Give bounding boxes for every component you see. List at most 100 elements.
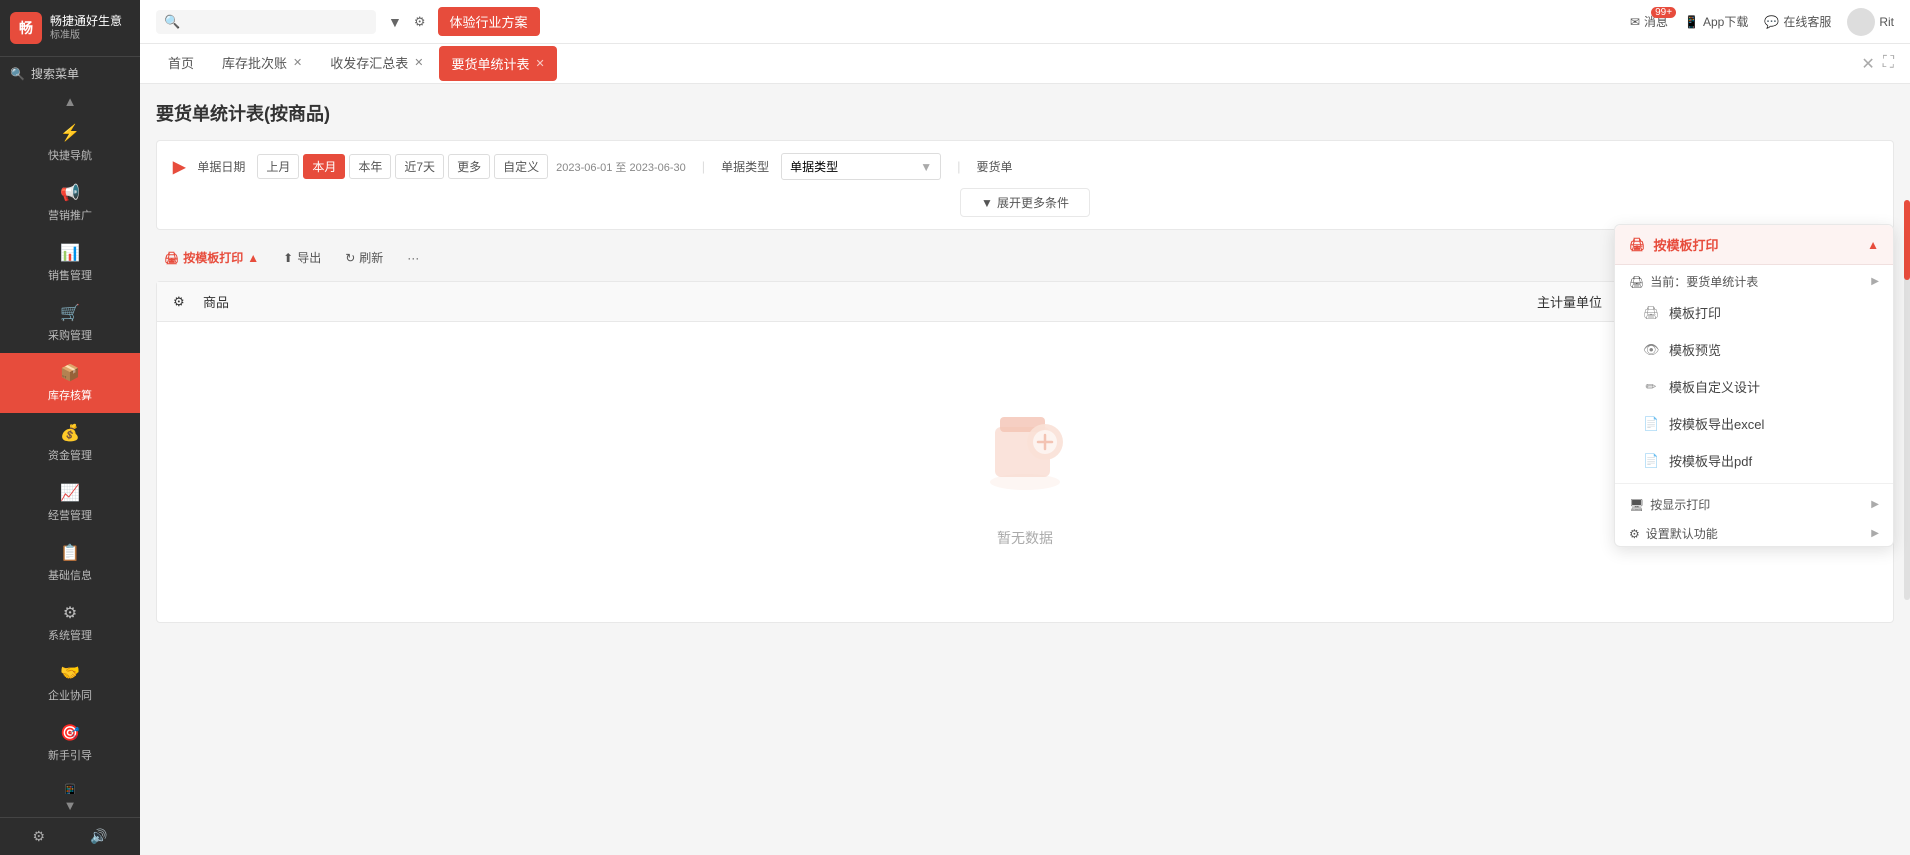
dropdown-current-section: 🖨 当前：要货单统计表 ▶ — [1615, 265, 1893, 294]
refresh-icon: ↻ — [345, 251, 355, 265]
top-header: 🔍 ▼ ⚙ 体验行业方案 ✉ 消息 99+ 📱 App下载 💬 在线客服 Rit — [140, 0, 1910, 44]
sidebar-item-enterprise[interactable]: 🤝 企业协同 — [0, 653, 140, 713]
dropdown-item-export-pdf[interactable]: 📄 按模板导出pdf — [1615, 442, 1893, 479]
filter-expand-btn[interactable]: ▶ — [173, 157, 185, 177]
tab-close-collection-summary[interactable]: ✕ — [414, 56, 423, 69]
sidebar-item-purchase[interactable]: 🛒 采购管理 — [0, 293, 140, 353]
empty-illustration — [975, 397, 1075, 516]
dropdown-divider — [1615, 483, 1893, 484]
tab-inventory-batch[interactable]: 库存批次账 ✕ — [210, 45, 314, 82]
date-btn-last-7[interactable]: 近7天 — [395, 154, 444, 179]
sidebar-item-operations[interactable]: 📈 经营管理 — [0, 473, 140, 533]
service-icon: 💬 — [1764, 15, 1779, 29]
sales-icon: 📊 — [60, 243, 80, 263]
sidebar-item-sales[interactable]: 📊 销售管理 — [0, 233, 140, 293]
dropdown-display-print-section[interactable]: 🖥 按显示打印 ▶ — [1615, 488, 1893, 517]
search-icon: 🔍 — [164, 14, 180, 30]
tab-close-inventory-batch[interactable]: ✕ — [293, 56, 302, 69]
sidebar-item-quick-nav[interactable]: ⚡ 快捷导航 — [0, 113, 140, 173]
date-btn-last-month[interactable]: 上月 — [257, 154, 299, 179]
date-label: 单据日期 — [197, 158, 245, 175]
tab-close-order-summary[interactable]: ✕ — [536, 57, 545, 70]
date-btn-this-year[interactable]: 本年 — [349, 154, 391, 179]
sidebar-item-inventory[interactable]: 📦 库存核算 — [0, 353, 140, 413]
dropdown-item-template-design[interactable]: ✏ 模板自定义设计 — [1615, 368, 1893, 405]
current-arrow-icon: ▶ — [1871, 276, 1879, 287]
sidebar-scroll-down[interactable]: ▼ — [0, 794, 140, 817]
expand-more-icon: ▼ — [981, 196, 993, 210]
inventory-icon: 📦 — [60, 363, 80, 383]
tab-home[interactable]: 首页 — [156, 45, 206, 82]
date-range: 2023-06-01 至 2023-06-30 — [556, 159, 686, 175]
tab-order-summary[interactable]: 要货单统计表 ✕ — [439, 46, 556, 81]
header-nav-dropdown[interactable]: ▼ — [388, 14, 402, 30]
download-icon: 📱 — [1684, 15, 1699, 29]
order-category-label: 要货单 — [977, 158, 1013, 175]
dropdown-chevron-icon[interactable]: ▲ — [1867, 238, 1879, 252]
sidebar-item-app[interactable]: 📱 应用中心 — [0, 773, 140, 794]
message-icon-item[interactable]: ✉ 消息 99+ — [1630, 13, 1668, 30]
order-type-select[interactable]: 单据类型 ▼ — [781, 153, 941, 180]
dropdown-set-default-section[interactable]: ⚙ 设置默认功能 ▶ — [1615, 517, 1893, 546]
print-chevron-up-icon: ▲ — [247, 251, 259, 265]
enterprise-icon: 🤝 — [60, 663, 80, 683]
export-btn[interactable]: ⬆ 导出 — [275, 245, 329, 270]
col-settings[interactable]: ⚙ — [173, 294, 203, 310]
dropdown-item-template-print[interactable]: 🖨 模板打印 — [1615, 294, 1893, 331]
sidebar-item-marketing[interactable]: 📢 营销推广 — [0, 173, 140, 233]
tab-collection-summary[interactable]: 收发存汇总表 ✕ — [318, 45, 435, 82]
logo-icon: 畅 — [10, 12, 42, 44]
filter-row: ▶ 单据日期 上月 本月 本年 近7天 更多 自定义 2023-06-01 至 … — [173, 153, 1877, 180]
display-print-icon: 🖥 — [1629, 498, 1644, 512]
settings-bottom-icon[interactable]: ⚙ — [33, 828, 46, 845]
message-icon: ✉ — [1630, 15, 1640, 29]
page-title: 要货单统计表(按商品) — [156, 100, 1894, 126]
page-content: 要货单统计表(按商品) ▶ 单据日期 上月 本月 本年 近7天 更多 自定义 2… — [140, 84, 1910, 855]
scrollbar-thumb[interactable] — [1904, 200, 1910, 280]
current-template-icon: 🖨 — [1629, 275, 1644, 289]
dropdown-header-right: ▲ — [1867, 238, 1879, 252]
dropdown-item-template-preview[interactable]: 👁 模板预览 — [1615, 331, 1893, 368]
date-btn-this-month[interactable]: 本月 — [303, 154, 345, 179]
sidebar-item-system[interactable]: ⚙ 系统管理 — [0, 593, 140, 653]
template-design-icon: ✏ — [1643, 379, 1659, 395]
user-avatar — [1847, 8, 1875, 36]
window-close-icon[interactable]: ✕ — [1861, 54, 1874, 74]
refresh-btn[interactable]: ↻ 刷新 — [337, 245, 391, 270]
empty-text: 暂无数据 — [997, 528, 1053, 548]
marketing-icon: 📢 — [60, 183, 80, 203]
basics-icon: 📋 — [60, 543, 80, 563]
sidebar-item-label: 经营管理 — [48, 507, 92, 523]
date-btn-custom[interactable]: 自定义 — [494, 154, 548, 179]
header-search-bar[interactable]: 🔍 — [156, 10, 376, 34]
more-btn[interactable]: ··· — [399, 247, 427, 269]
sidebar-search[interactable]: 🔍 搜索菜单 — [0, 57, 140, 90]
dropdown-item-export-excel[interactable]: 📄 按模板导出excel — [1615, 405, 1893, 442]
user-avatar-item[interactable]: Rit — [1847, 8, 1894, 36]
sidebar: 畅 畅捷通好生意 标准版 🔍 搜索菜单 ▲ ⚡ 快捷导航 📢 营销推广 📊 销售… — [0, 0, 140, 855]
tab-bar: 首页 库存批次账 ✕ 收发存汇总表 ✕ 要货单统计表 ✕ ✕ ⛶ — [140, 44, 1910, 84]
sidebar-item-label: 营销推广 — [48, 207, 92, 223]
sidebar-logo: 畅 畅捷通好生意 标准版 — [0, 0, 140, 57]
col-settings-icon: ⚙ — [173, 294, 185, 309]
right-scrollbar[interactable] — [1904, 200, 1910, 600]
expand-more-btn[interactable]: ▼ 展开更多条件 — [960, 188, 1090, 217]
sidebar-item-label: 系统管理 — [48, 627, 92, 643]
trial-btn[interactable]: 体验行业方案 — [438, 7, 540, 36]
sidebar-item-finance[interactable]: 💰 资金管理 — [0, 413, 140, 473]
window-expand-icon[interactable]: ⛶ — [1883, 54, 1894, 74]
header-gear-icon[interactable]: ⚙ — [414, 14, 426, 30]
sidebar-item-basics[interactable]: 📋 基础信息 — [0, 533, 140, 593]
sidebar-scroll-up[interactable]: ▲ — [0, 90, 140, 113]
print-btn[interactable]: 🖨 按模板打印 ▲ — [156, 245, 267, 270]
quick-nav-icon: ⚡ — [60, 123, 80, 143]
export-pdf-icon: 📄 — [1643, 453, 1659, 469]
display-print-arrow-icon: ▶ — [1871, 499, 1879, 510]
print-icon: 🖨 — [164, 251, 179, 265]
date-btn-more[interactable]: 更多 — [448, 154, 490, 179]
sidebar-item-guide[interactable]: 🎯 新手引导 — [0, 713, 140, 773]
sound-bottom-icon[interactable]: 🔊 — [90, 828, 107, 845]
select-chevron-icon: ▼ — [920, 160, 932, 174]
app-download-icon-item[interactable]: 📱 App下载 — [1684, 13, 1748, 30]
online-service-icon-item[interactable]: 💬 在线客服 — [1764, 13, 1831, 30]
